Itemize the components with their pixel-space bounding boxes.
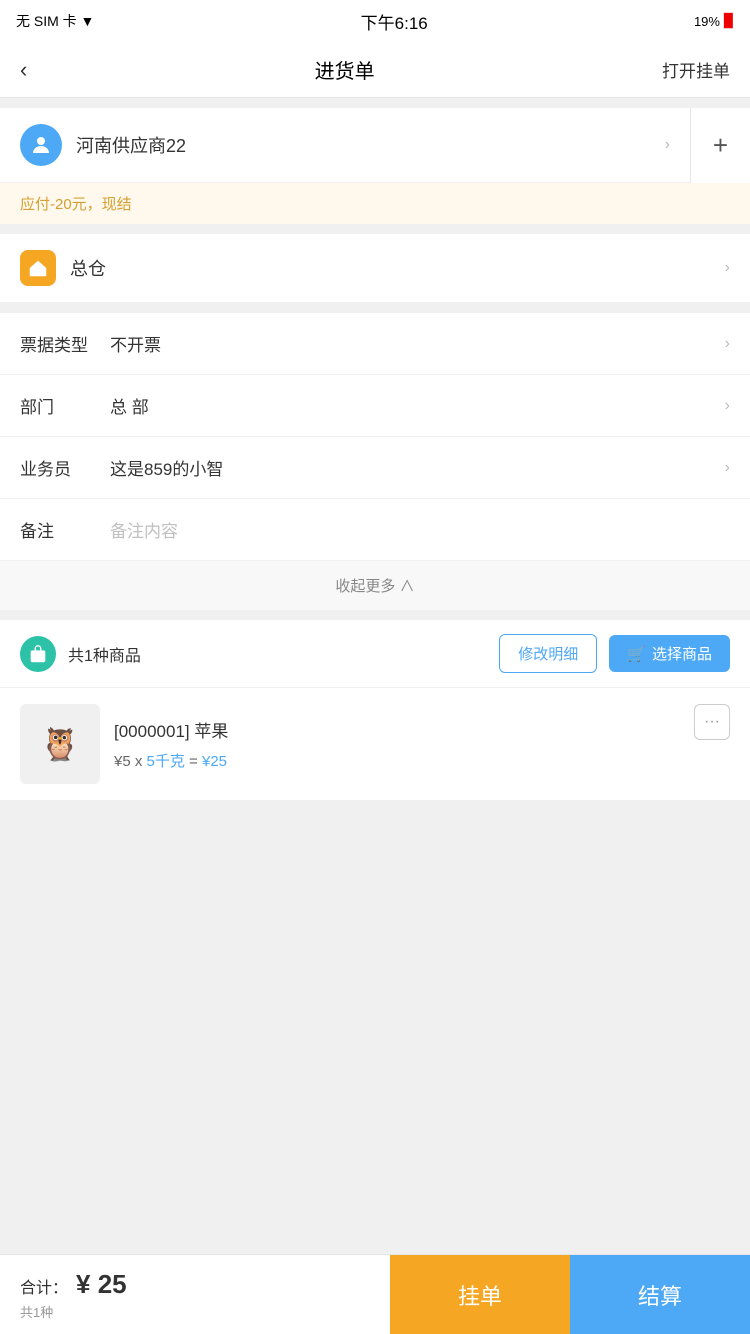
status-battery: 19% ▉: [694, 13, 734, 29]
total-amount: ¥ 25: [76, 1269, 127, 1300]
bag-icon: [27, 643, 49, 665]
bottom-bar: 合计： ¥ 25 共1种 挂单 结算: [0, 1254, 750, 1334]
products-count: 共1种商品: [68, 642, 487, 666]
sales-value: 这是859的小智: [110, 455, 725, 480]
sales-label: 业务员: [20, 455, 110, 480]
supplier-notice: 应付-20元，现结: [0, 183, 750, 224]
dept-row[interactable]: 部门 总 部 ›: [0, 375, 750, 437]
collapse-toggle[interactable]: 收起更多 ∧: [0, 561, 750, 610]
dept-value: 总 部: [110, 393, 725, 418]
status-signal: 无 SIM 卡 ▼: [16, 11, 94, 31]
supplier-avatar: [20, 124, 62, 166]
chevron-right-icon: ›: [725, 459, 730, 477]
section-gap-1: [0, 98, 750, 108]
products-icon: [20, 636, 56, 672]
total-sub: 共1种: [20, 1302, 370, 1321]
sales-row[interactable]: 业务员 这是859的小智 ›: [0, 437, 750, 499]
select-product-button[interactable]: 🛒 选择商品: [609, 635, 730, 672]
remark-row[interactable]: 备注 备注内容: [0, 499, 750, 560]
warehouse-icon: [20, 250, 56, 286]
warehouse-name: 总仓: [70, 255, 725, 281]
products-header: 共1种商品 修改明细 🛒 选择商品: [0, 620, 750, 687]
chevron-right-icon: ›: [725, 397, 730, 415]
remark-label: 备注: [20, 517, 110, 542]
bottom-spacer: [0, 800, 750, 890]
pend-button[interactable]: 挂单: [390, 1255, 570, 1334]
product-price: ¥5 x 5千克 = ¥25: [114, 750, 680, 771]
dept-label: 部门: [20, 393, 110, 418]
edit-detail-button[interactable]: 修改明细: [499, 634, 597, 673]
status-time: 下午6:16: [361, 9, 428, 34]
remark-input[interactable]: 备注内容: [110, 517, 730, 542]
total-section: 合计： ¥ 25 共1种: [0, 1255, 390, 1334]
home-icon: [27, 257, 49, 279]
settle-button[interactable]: 结算: [570, 1255, 750, 1334]
chevron-right-icon: ›: [725, 259, 730, 277]
product-item: 🦉 [0000001] 苹果 ¥5 x 5千克 = ¥25 ···: [0, 688, 750, 800]
product-more-button[interactable]: ···: [694, 704, 730, 740]
chevron-right-icon: ›: [725, 335, 730, 353]
form-group: 票据类型 不开票 › 部门 总 部 › 业务员 这是859的小智 › 备注 备注…: [0, 313, 750, 560]
nav-bar: ‹ 进货单 打开挂单: [0, 42, 750, 98]
status-bar: 无 SIM 卡 ▼ 下午6:16 19% ▉: [0, 0, 750, 42]
product-thumbnail: 🦉: [20, 704, 100, 784]
owl-icon: 🦉: [40, 725, 80, 763]
invoice-value: 不开票: [110, 331, 725, 356]
back-button[interactable]: ‹: [20, 57, 27, 83]
supplier-selector[interactable]: 河南供应商22 ›: [0, 108, 690, 183]
product-info: [0000001] 苹果 ¥5 x 5千克 = ¥25: [114, 717, 680, 771]
page-title: 进货单: [315, 55, 375, 84]
collapse-label: 收起更多 ∧: [335, 575, 414, 596]
total-label: 合计： ¥ 25: [20, 1269, 370, 1300]
invoice-label: 票据类型: [20, 331, 110, 356]
supplier-name: 河南供应商22: [76, 132, 665, 158]
add-supplier-button[interactable]: +: [690, 108, 750, 183]
person-icon: [29, 133, 53, 157]
chevron-right-icon: ›: [665, 136, 670, 154]
product-name: [0000001] 苹果: [114, 717, 680, 742]
supplier-section: 河南供应商22 › +: [0, 108, 750, 183]
cart-icon: 🛒: [627, 645, 646, 663]
invoice-type-row[interactable]: 票据类型 不开票 ›: [0, 313, 750, 375]
warehouse-selector[interactable]: 总仓 ›: [0, 234, 750, 303]
open-pending-button[interactable]: 打开挂单: [662, 57, 730, 82]
